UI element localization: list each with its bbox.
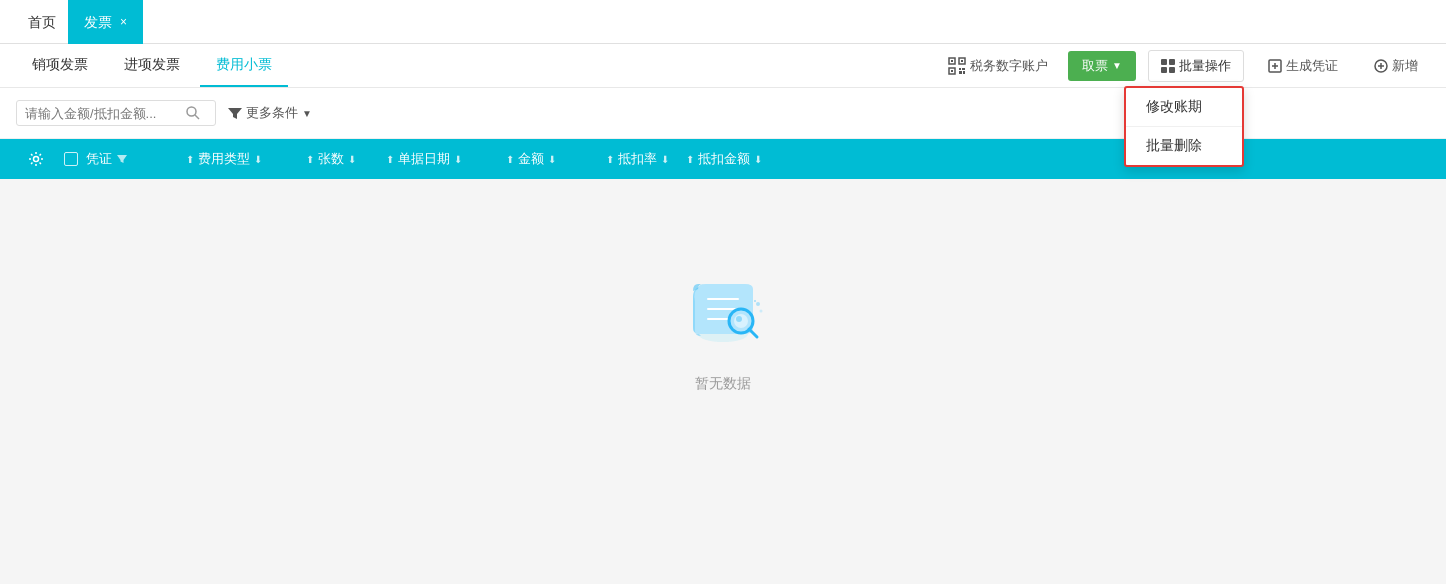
svg-point-33 [756, 302, 760, 306]
svg-line-21 [195, 115, 199, 119]
tab-sales-invoice[interactable]: 销项发票 [16, 44, 104, 87]
svg-rect-9 [963, 71, 965, 74]
home-tab[interactable]: 首页 [16, 0, 68, 44]
svg-rect-1 [951, 60, 953, 62]
generate-icon [1268, 59, 1282, 73]
svg-point-34 [760, 310, 763, 313]
generate-voucher-button[interactable]: 生成凭证 [1256, 51, 1350, 81]
sort-down: ⬇ [454, 154, 462, 165]
tab-purchase-invoice[interactable]: 进项发票 [108, 44, 196, 87]
sort-up: ⬆ [386, 154, 394, 165]
th-deduct-amount: ⬆ 抵扣金额 ⬇ [686, 150, 806, 168]
get-ticket-label: 取票 [1082, 57, 1108, 75]
chevron-down-icon: ▼ [302, 108, 312, 119]
sort-up: ⬆ [306, 154, 314, 165]
active-tab-label: 发票 [84, 0, 112, 44]
sort-down: ⬇ [254, 154, 262, 165]
more-filter-button[interactable]: 更多条件 ▼ [228, 104, 312, 122]
svg-marker-22 [228, 108, 242, 119]
search-input[interactable] [25, 106, 185, 121]
svg-point-20 [187, 107, 196, 116]
svg-rect-11 [1169, 59, 1175, 65]
sort-up: ⬆ [186, 154, 194, 165]
svg-point-35 [754, 300, 756, 302]
sub-tabs-left: 销项发票 进项发票 费用小票 [16, 44, 288, 87]
qr-button[interactable]: 税务数字账户 [940, 53, 1056, 79]
svg-rect-7 [962, 68, 965, 70]
search-box[interactable] [16, 100, 216, 126]
th-amount: ⬆ 金额 ⬇ [506, 150, 606, 168]
empty-text: 暂无数据 [695, 375, 751, 393]
sort-up: ⬆ [506, 154, 514, 165]
th-rate: ⬆ 抵扣率 ⬇ [606, 150, 686, 168]
chevron-down-icon: ▼ [1112, 60, 1122, 71]
get-ticket-button[interactable]: 取票 ▼ [1068, 51, 1136, 81]
batch-dropdown-menu: 修改账期 批量删除 [1124, 86, 1244, 167]
filter-icon [228, 106, 242, 120]
modify-period-item[interactable]: 修改账期 [1126, 88, 1242, 126]
th-settings[interactable] [16, 151, 56, 167]
th-count: ⬆ 张数 ⬇ [306, 150, 386, 168]
sort-up: ⬆ [606, 154, 614, 165]
add-button[interactable]: 新增 [1362, 51, 1430, 81]
settings-icon [28, 151, 44, 167]
sort-down: ⬇ [348, 154, 356, 165]
th-expense-type: ⬆ 费用类型 ⬇ [186, 150, 306, 168]
close-tab-icon[interactable]: × [120, 0, 127, 44]
svg-marker-24 [117, 155, 127, 163]
active-tab[interactable]: 发票 × [68, 0, 143, 44]
batch-operation-label: 批量操作 [1179, 57, 1231, 75]
generate-voucher-label: 生成凭证 [1286, 57, 1338, 75]
search-icon [185, 105, 201, 121]
th-date: ⬆ 单据日期 ⬇ [386, 150, 506, 168]
batch-delete-item[interactable]: 批量删除 [1126, 126, 1242, 165]
svg-rect-13 [1169, 67, 1175, 73]
sort-down: ⬇ [548, 154, 556, 165]
svg-rect-6 [959, 68, 961, 70]
top-nav: 首页 发票 × [0, 0, 1446, 44]
batch-operation-button[interactable]: 批量操作 [1148, 50, 1244, 82]
sub-tabs-bar: 销项发票 进项发票 费用小票 税务数字账户 [0, 44, 1446, 88]
svg-point-23 [34, 157, 39, 162]
svg-rect-10 [1161, 59, 1167, 65]
sort-up: ⬆ [686, 154, 694, 165]
empty-illustration [673, 259, 773, 359]
svg-rect-12 [1161, 67, 1167, 73]
svg-rect-3 [961, 60, 963, 62]
th-checkbox[interactable] [56, 152, 86, 166]
batch-operation-container: 批量操作 修改账期 批量删除 [1148, 50, 1244, 82]
svg-rect-5 [951, 70, 953, 72]
th-voucher: 凭证 [86, 150, 186, 168]
svg-rect-8 [959, 71, 962, 74]
empty-state: 暂无数据 [0, 179, 1446, 473]
sort-down: ⬇ [661, 154, 669, 165]
qr-button-label: 税务数字账户 [970, 57, 1048, 75]
tab-expense-receipt[interactable]: 费用小票 [200, 44, 288, 87]
sort-down: ⬇ [754, 154, 762, 165]
filter-col-icon[interactable] [116, 153, 128, 165]
header-checkbox[interactable] [64, 152, 78, 166]
more-filter-label: 更多条件 [246, 104, 298, 122]
batch-icon [1161, 59, 1175, 73]
qr-icon [948, 57, 966, 75]
toolbar-right: 税务数字账户 取票 ▼ 批量操作 修改账期 批量删除 [940, 50, 1430, 82]
svg-line-31 [749, 329, 757, 337]
svg-point-32 [736, 316, 742, 322]
add-icon [1374, 59, 1388, 73]
add-label: 新增 [1392, 57, 1418, 75]
